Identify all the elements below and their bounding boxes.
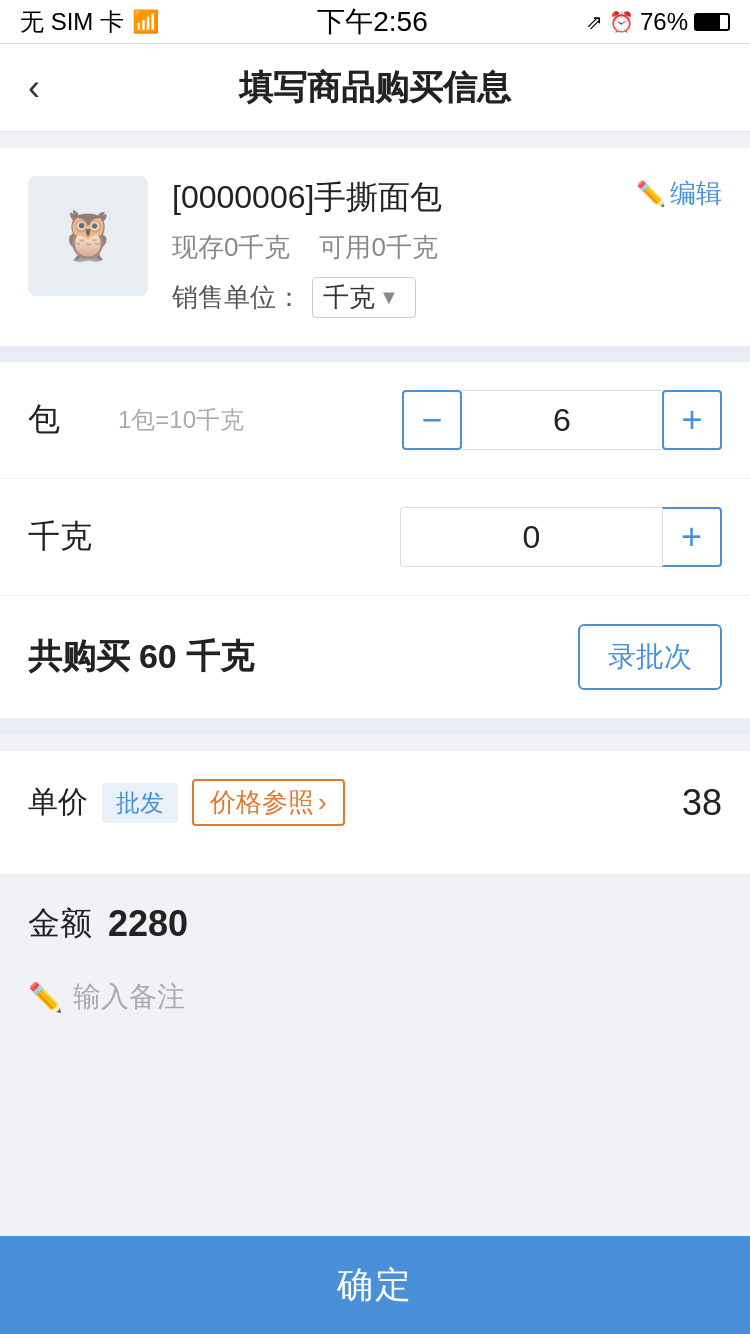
no-sim-text: 无 SIM 卡	[20, 6, 124, 38]
location-icon: ⇗	[586, 10, 603, 34]
remark-placeholder: 输入备注	[73, 978, 185, 1016]
edit-label: 编辑	[670, 176, 722, 211]
alarm-icon: ⏰	[609, 10, 634, 34]
separator-2	[0, 719, 750, 735]
total-row: 共购买 60 千克 录批次	[0, 596, 750, 719]
product-image: 🦉	[28, 176, 148, 296]
batch-button[interactable]: 录批次	[578, 624, 722, 690]
separator-1	[0, 346, 750, 362]
status-right: ⇗ ⏰ 76%	[586, 8, 730, 36]
status-bar: 无 SIM 卡 📶 下午2:56 ⇗ ⏰ 76%	[0, 0, 750, 44]
amount-label: 金额	[28, 902, 92, 946]
kg-label: 千克	[28, 515, 108, 559]
confirm-button[interactable]: 确定	[0, 1236, 750, 1334]
edit-icon: ✏️	[636, 180, 666, 208]
bao-label: 包	[28, 398, 108, 442]
kg-qty-input[interactable]	[400, 507, 662, 567]
stock-text: 现存0千克	[172, 232, 290, 262]
amount-row: 金额 2280	[28, 902, 722, 946]
product-unit-row: 销售单位： 千克 ▼	[172, 277, 722, 318]
bao-minus-button[interactable]: −	[402, 390, 462, 450]
confirm-label: 确定	[337, 1261, 413, 1310]
unit-value: 千克	[323, 280, 375, 315]
product-stock: 现存0千克 可用0千克	[172, 230, 722, 265]
price-ref-label: 价格参照	[210, 785, 314, 820]
pencil-icon: ✏️	[28, 981, 63, 1014]
price-tag: 批发	[102, 783, 178, 823]
bottom-space	[0, 1032, 750, 1130]
product-card: 🦉 [0000006]手撕面包 现存0千克 可用0千克 销售单位： 千克 ▼ ✏…	[0, 148, 750, 346]
bao-sublabel: 1包=10千克	[118, 404, 402, 436]
page-title: 填写商品购买信息	[239, 65, 511, 111]
nav-bar: ‹ 填写商品购买信息	[0, 44, 750, 132]
price-row: 单价 批发 价格参照 › 38	[28, 779, 722, 826]
kg-qty-control: +	[400, 507, 722, 567]
price-value: 38	[682, 782, 722, 824]
total-prefix: 共购买	[28, 637, 130, 675]
wifi-icon: 📶	[132, 9, 159, 35]
bao-qty-control: − +	[402, 390, 722, 450]
unit-select[interactable]: 千克 ▼	[312, 277, 416, 318]
bao-row: 包 1包=10千克 − +	[0, 362, 750, 479]
status-left: 无 SIM 卡 📶	[20, 6, 159, 38]
battery-text: 76%	[640, 8, 688, 36]
back-button[interactable]: ‹	[28, 67, 40, 109]
bao-qty-input[interactable]	[462, 390, 662, 450]
kg-row: 千克 +	[0, 479, 750, 596]
total-unit: 千克	[186, 637, 254, 675]
price-ref-button[interactable]: 价格参照 ›	[192, 779, 345, 826]
amount-value: 2280	[108, 903, 188, 945]
status-time: 下午2:56	[317, 3, 428, 41]
amount-section: 金额 2280 ✏️ 输入备注	[0, 874, 750, 1032]
product-thumbnail-icon: 🦉	[58, 208, 118, 264]
kg-plus-button[interactable]: +	[662, 507, 722, 567]
available-text: 可用0千克	[319, 232, 437, 262]
total-text: 共购买 60 千克	[28, 634, 254, 680]
total-amount: 60	[139, 637, 177, 675]
price-label: 单价	[28, 782, 88, 823]
input-section: 包 1包=10千克 − + 千克 + 共购买 60 千克 录批次	[0, 362, 750, 719]
unit-dropdown-arrow: ▼	[379, 286, 399, 309]
price-section: 单价 批发 价格参照 › 38	[0, 751, 750, 874]
unit-label: 销售单位：	[172, 280, 302, 315]
bao-plus-button[interactable]: +	[662, 390, 722, 450]
edit-button[interactable]: ✏️ 编辑	[636, 176, 722, 211]
battery-icon	[694, 13, 730, 31]
remark-row[interactable]: ✏️ 输入备注	[28, 962, 722, 1032]
price-ref-arrow: ›	[318, 787, 327, 818]
